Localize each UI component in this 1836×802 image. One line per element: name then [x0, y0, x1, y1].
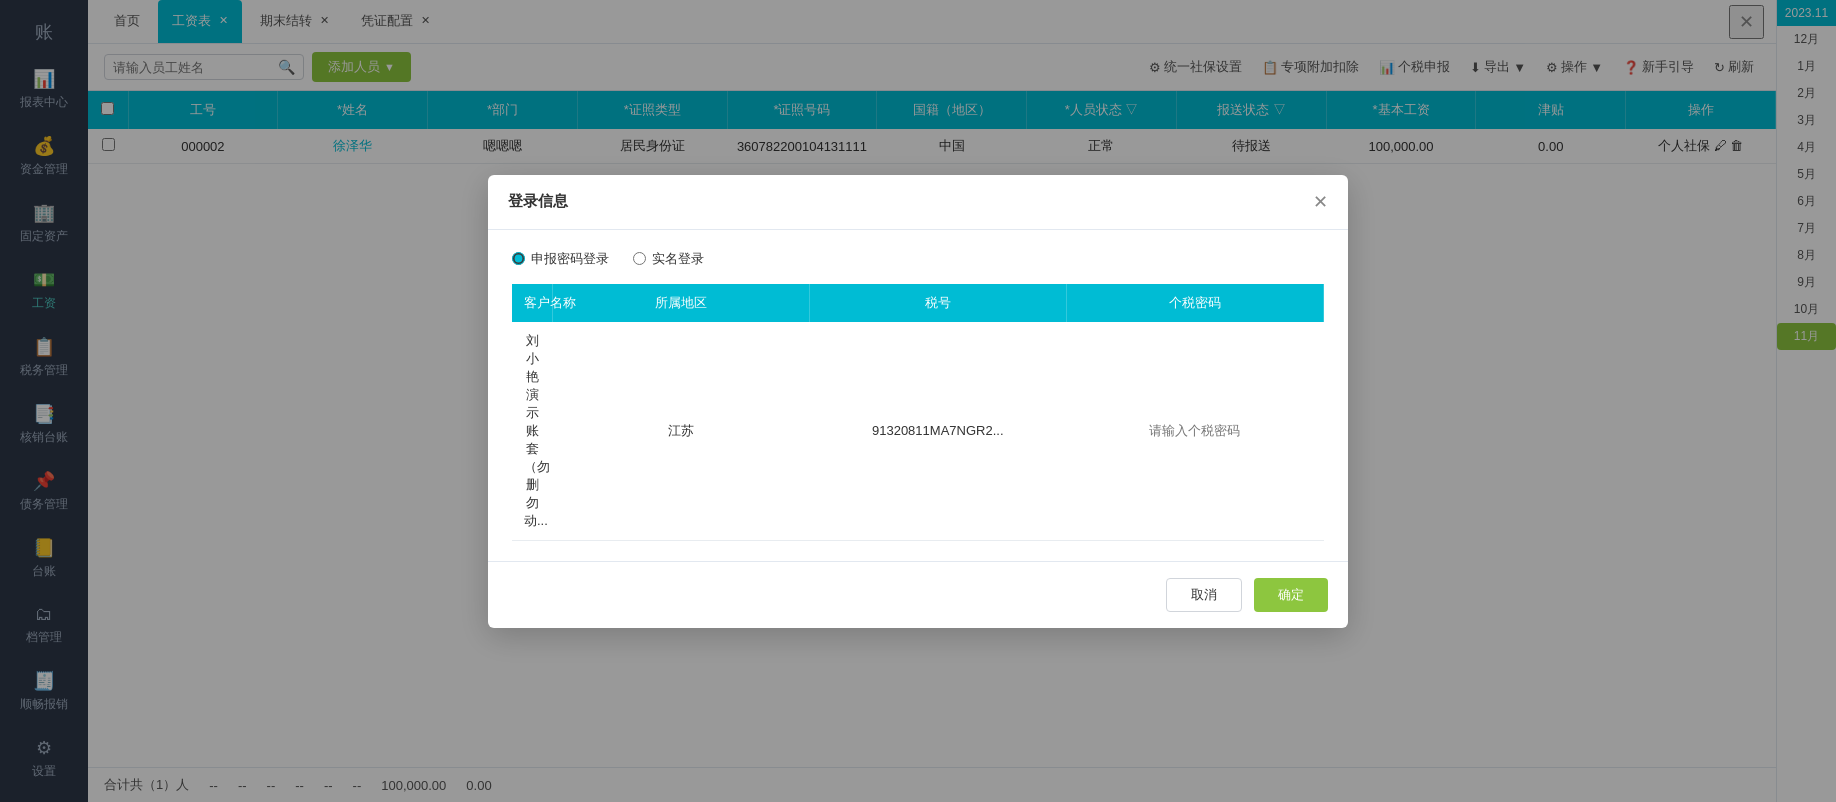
radio-password-login[interactable]: 申报密码登录	[512, 250, 609, 268]
radio-realname-login[interactable]: 实名登录	[633, 250, 704, 268]
modal-cell-region: 江苏	[552, 322, 809, 541]
modal-footer: 取消 确定	[488, 561, 1348, 628]
login-type-radio-group: 申报密码登录 实名登录	[512, 250, 1324, 268]
modal-col-region: 所属地区	[552, 284, 809, 322]
modal-header: 登录信息 ✕	[488, 175, 1348, 230]
modal-confirm-button[interactable]: 确定	[1254, 578, 1328, 612]
modal-col-tax-number: 税号	[809, 284, 1066, 322]
radio-password-login-input[interactable]	[512, 252, 525, 265]
modal-overlay: 登录信息 ✕ 申报密码登录 实名登录 客户名称 所属地区	[0, 0, 1836, 802]
tax-password-input[interactable]	[1078, 423, 1311, 438]
modal-col-tax-password: 个税密码	[1066, 284, 1323, 322]
login-info-modal: 登录信息 ✕ 申报密码登录 实名登录 客户名称 所属地区	[488, 175, 1348, 628]
modal-cancel-button[interactable]: 取消	[1166, 578, 1242, 612]
modal-cell-tax-password[interactable]	[1066, 322, 1323, 541]
modal-cell-customer-name: 刘小艳演示账套（勿删勿动...	[512, 322, 552, 541]
modal-col-customer-name: 客户名称	[512, 284, 552, 322]
radio-realname-login-input[interactable]	[633, 252, 646, 265]
modal-close-button[interactable]: ✕	[1313, 191, 1328, 213]
modal-title: 登录信息	[508, 192, 568, 211]
modal-table-row: 刘小艳演示账套（勿删勿动... 江苏 91320811MA7NGR2...	[512, 322, 1324, 541]
modal-table: 客户名称 所属地区 税号 个税密码 刘小艳演示账套（勿删勿动... 江苏 913…	[512, 284, 1324, 541]
modal-body: 申报密码登录 实名登录 客户名称 所属地区 税号 个税密码	[488, 230, 1348, 561]
modal-cell-tax-number: 91320811MA7NGR2...	[809, 322, 1066, 541]
